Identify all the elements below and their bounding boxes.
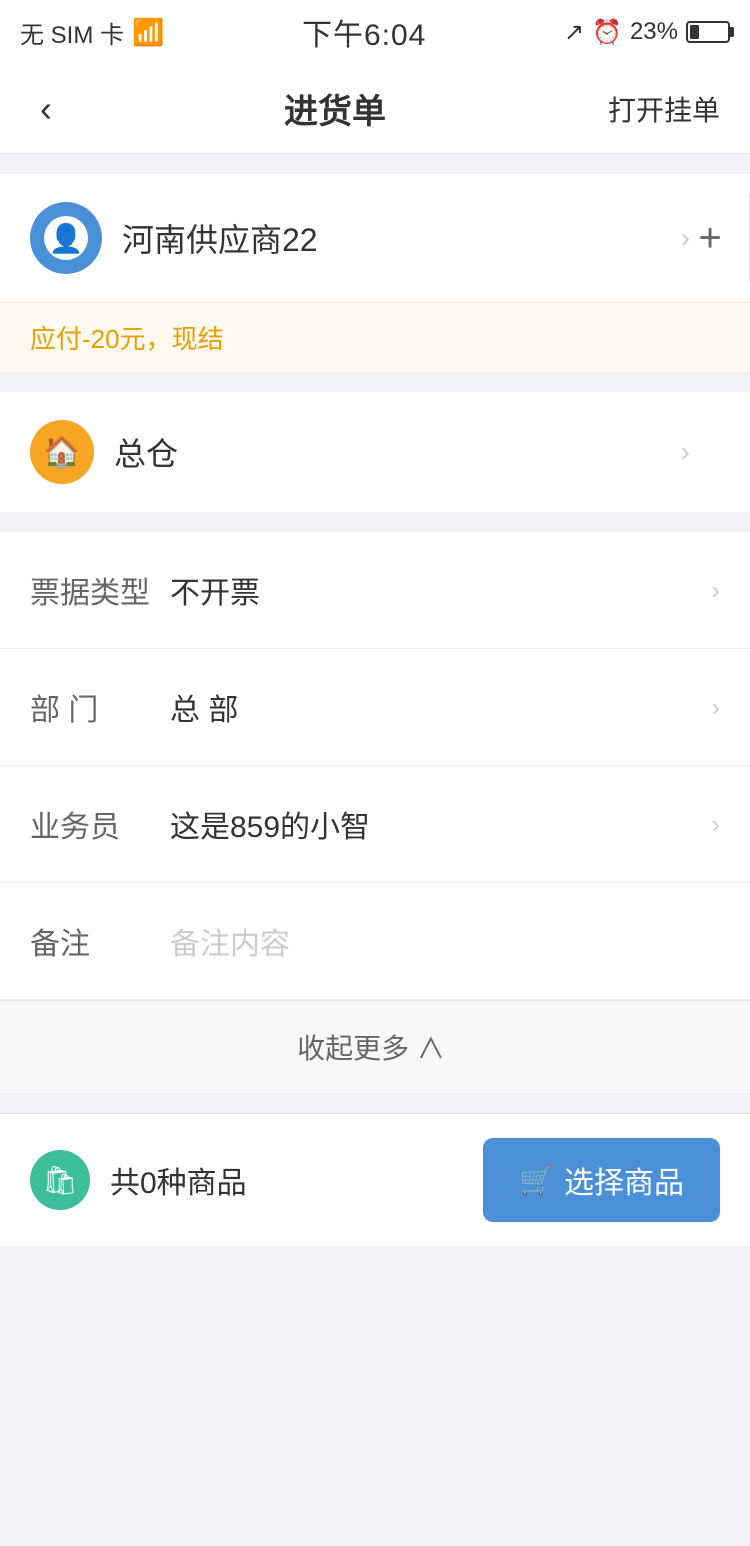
supplier-avatar: 👤 (30, 202, 102, 274)
page-title: 进货单 (284, 84, 386, 133)
department-chevron-icon: › (711, 692, 720, 723)
select-product-icon: 🛒 (519, 1164, 554, 1197)
status-right: ↗ ⏰ 23% (564, 18, 730, 47)
department-value: 总 部 (170, 685, 711, 729)
invoice-type-row[interactable]: 票据类型 不开票 › (0, 532, 750, 649)
invoice-type-label: 票据类型 (30, 568, 170, 612)
department-label: 部 门 (30, 685, 170, 729)
section-gap-1 (0, 154, 750, 174)
notice-text: 应付-20元，现结 (30, 324, 224, 354)
collapse-label: 收起更多 ∧ (297, 1027, 445, 1067)
time-label: 下午6:04 (302, 10, 426, 54)
open-pending-button[interactable]: 打开挂单 (608, 89, 720, 129)
collapse-toggle[interactable]: 收起更多 ∧ (0, 1000, 750, 1093)
supplier-card: 👤 河南供应商22 › + 应付-20元，现结 (0, 174, 750, 372)
section-gap-2 (0, 372, 750, 392)
location-icon: ↗ (564, 18, 584, 47)
remark-label: 备注 (30, 919, 170, 963)
select-product-button[interactable]: 🛒 选择商品 (483, 1138, 720, 1222)
remark-value: 备注内容 (170, 919, 720, 963)
section-gap-3 (0, 512, 750, 532)
select-product-label: 选择商品 (564, 1158, 684, 1202)
department-row[interactable]: 部 门 总 部 › (0, 649, 750, 766)
carrier-label: 无 SIM 卡 (20, 15, 124, 50)
avatar-person-icon: 👤 (49, 222, 84, 255)
salesperson-row[interactable]: 业务员 这是859的小智 › (0, 766, 750, 883)
product-count: 共0种商品 (110, 1158, 483, 1202)
warehouse-card: 🏠 总仓 › (0, 392, 750, 512)
bottom-bar: 🛍 共0种商品 🛒 选择商品 (0, 1113, 750, 1246)
product-icon-wrap: 🛍 (30, 1150, 90, 1210)
notice-bar: 应付-20元，现结 (0, 302, 750, 372)
avatar-inner: 👤 (44, 216, 88, 260)
supplier-name: 河南供应商22 (122, 215, 681, 261)
nav-bar: ‹ 进货单 打开挂单 (0, 64, 750, 154)
wifi-icon: 📶 (132, 17, 164, 48)
alarm-icon: ⏰ (592, 18, 622, 47)
remark-row[interactable]: 备注 备注内容 (0, 883, 750, 1000)
invoice-type-chevron-icon: › (711, 575, 720, 606)
warehouse-row[interactable]: 🏠 总仓 › (0, 392, 750, 512)
status-left: 无 SIM 卡 📶 (20, 15, 164, 50)
product-bag-icon: 🛍 (42, 1164, 78, 1197)
add-supplier-button[interactable]: + (670, 174, 750, 302)
supplier-row[interactable]: 👤 河南供应商22 › + (0, 174, 750, 302)
back-button[interactable]: ‹ (30, 78, 62, 140)
warehouse-icon-wrap: 🏠 (30, 420, 94, 484)
section-gap-4 (0, 1093, 750, 1113)
warehouse-chevron-icon: › (681, 436, 690, 468)
page-background (0, 1246, 750, 1546)
battery-pct: 23% (630, 18, 678, 46)
salesperson-label: 业务员 (30, 802, 170, 846)
battery-icon (686, 21, 730, 43)
form-card: 票据类型 不开票 › 部 门 总 部 › 业务员 这是859的小智 › 备注 备… (0, 532, 750, 1093)
salesperson-chevron-icon: › (711, 809, 720, 840)
warehouse-icon: 🏠 (43, 435, 80, 470)
plus-icon: + (698, 216, 721, 261)
invoice-type-value: 不开票 (170, 568, 711, 612)
salesperson-value: 这是859的小智 (170, 802, 711, 846)
status-bar: 无 SIM 卡 📶 下午6:04 ↗ ⏰ 23% (0, 0, 750, 64)
warehouse-name: 总仓 (114, 429, 681, 475)
